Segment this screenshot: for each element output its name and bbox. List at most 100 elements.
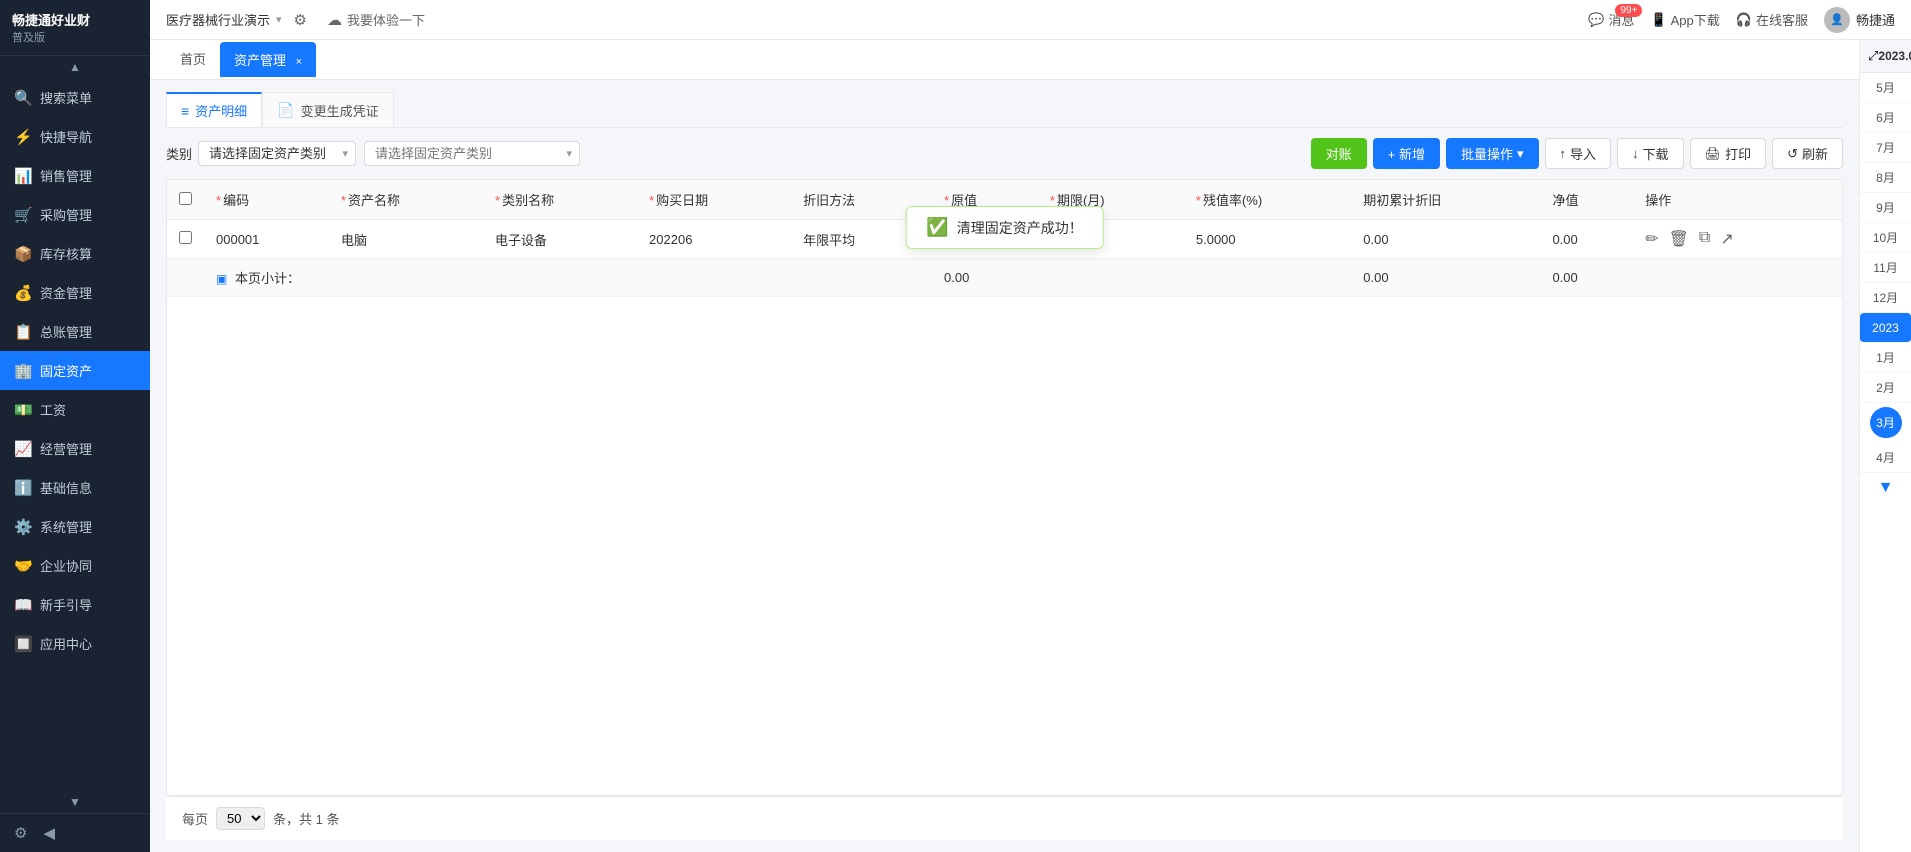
operations-icon: 📈 — [14, 440, 32, 458]
per-page-select[interactable]: 50 — [216, 807, 265, 830]
delete-icon[interactable]: 🗑 — [1669, 229, 1689, 249]
edit-icon[interactable]: ✏ — [1645, 229, 1658, 249]
sidebar: 畅捷通好业财 普及版 ▲ 🔍 搜索菜单 ⚡ 快捷导航 📊 销售管理 🛒 采购管理… — [0, 0, 150, 852]
sidebar-item-enterprise[interactable]: 🤝 企业协同 — [0, 546, 150, 585]
export-label: 导入 — [1570, 144, 1596, 163]
experience-text: 我要体验一下 — [347, 10, 425, 29]
quicknav-icon: ⚡ — [14, 128, 32, 146]
print-label: 打印 — [1725, 144, 1751, 163]
sidebar-scroll-down[interactable]: ▼ — [0, 791, 150, 813]
sidebar-item-label: 销售管理 — [40, 166, 92, 185]
sidebar-item-guide[interactable]: 📖 新手引导 — [0, 585, 150, 624]
calendar-panel: ⤢ 2023.03 ▲ ▼ 5月 6月 7月 8月 9月 10月 11月 12月… — [1859, 40, 1911, 852]
content-area: 首页 资产管理 × ≡ 资产明细 📄 变更生成凭证 — [150, 40, 1911, 852]
cal-year-2023[interactable]: 2023 — [1860, 313, 1911, 343]
tab-home-label: 首页 — [180, 52, 206, 67]
sidebar-bottom: ⚙ ◀ — [0, 813, 150, 852]
sidebar-item-quicknav[interactable]: ⚡ 快捷导航 — [0, 117, 150, 156]
batch-ops-label: 批量操作 — [1461, 144, 1513, 163]
main-area: 医疗器械行业演示 ▾ ⚙ ☁ 我要体验一下 💬 消息 99+ 📱 App下载 🎧… — [150, 0, 1911, 852]
sidebar-item-inventory[interactable]: 📦 库存核算 — [0, 234, 150, 273]
experience-btn[interactable]: ☁ 我要体验一下 — [327, 10, 425, 29]
sidebar-item-basic[interactable]: ℹ️ 基础信息 — [0, 468, 150, 507]
tab-close-icon[interactable]: × — [296, 56, 302, 68]
sidebar-item-fixed[interactable]: 🏢 固定资产 — [0, 351, 150, 390]
cal-month-9[interactable]: 9月 — [1860, 193, 1911, 223]
cal-month-12[interactable]: 12月 — [1860, 283, 1911, 313]
inventory-icon: 📦 — [14, 245, 32, 263]
message-icon: 💬 — [1588, 12, 1604, 28]
sidebar-item-system[interactable]: ⚙️ 系统管理 — [0, 507, 150, 546]
salary-icon: 💵 — [14, 401, 32, 419]
purchase-icon: 🛒 — [14, 206, 32, 224]
td-checkbox — [167, 220, 204, 259]
sidebar-item-ledger[interactable]: 📋 总账管理 — [0, 312, 150, 351]
sidebar-item-salary[interactable]: 💵 工资 — [0, 390, 150, 429]
th-category: *类别名称 — [483, 180, 637, 220]
cal-month-8[interactable]: 8月 — [1860, 163, 1911, 193]
sidebar-item-label: 系统管理 — [40, 517, 92, 536]
cal-month-7[interactable]: 7月 — [1860, 133, 1911, 163]
company-name: 医疗器械行业演示 — [166, 10, 270, 29]
reconcile-button[interactable]: 对账 — [1311, 138, 1367, 169]
sub-tab-asset-detail[interactable]: ≡ 资产明细 — [166, 92, 262, 127]
refresh-button[interactable]: ↺ 刷新 — [1772, 138, 1843, 169]
td-purchase-date: 202206 — [637, 220, 791, 259]
export-button[interactable]: ↑ 导入 — [1545, 138, 1612, 169]
cal-month-2[interactable]: 2月 — [1860, 373, 1911, 403]
category-filter: 类别 请选择固定资产类别 — [166, 141, 356, 166]
collapse-icon[interactable]: ◀ — [43, 824, 55, 842]
tab-asset-mgmt[interactable]: 资产管理 × — [220, 42, 316, 77]
refresh-label: 刷新 — [1802, 144, 1828, 163]
cal-month-4[interactable]: 4月 — [1860, 443, 1911, 473]
online-service-btn[interactable]: 🎧 在线客服 — [1736, 10, 1808, 29]
app-download-btn[interactable]: 📱 App下载 — [1650, 10, 1719, 29]
user-menu[interactable]: 👤 畅捷通 — [1824, 7, 1895, 33]
settings-icon[interactable]: ⚙ — [14, 824, 27, 842]
td-initial-dep: 0.00 — [1351, 220, 1540, 259]
download-button[interactable]: ↓ 下载 — [1617, 138, 1684, 169]
sidebar-scroll-up[interactable]: ▲ — [0, 56, 150, 78]
message-btn[interactable]: 💬 消息 99+ — [1588, 10, 1634, 29]
sidebar-item-operations[interactable]: 📈 经营管理 — [0, 429, 150, 468]
category-select-wrapper: 请选择固定资产类别 — [198, 141, 356, 166]
sidebar-item-search[interactable]: 🔍 搜索菜单 — [0, 78, 150, 117]
topbar: 医疗器械行业演示 ▾ ⚙ ☁ 我要体验一下 💬 消息 99+ 📱 App下载 🎧… — [150, 0, 1911, 40]
new-button[interactable]: + 新增 — [1373, 138, 1440, 169]
cal-month-11[interactable]: 11月 — [1860, 253, 1911, 283]
cal-month-6[interactable]: 6月 — [1860, 103, 1911, 133]
fixed-icon: 🏢 — [14, 362, 32, 380]
tab-home[interactable]: 首页 — [166, 41, 220, 78]
sub-tab-change-voucher[interactable]: 📄 变更生成凭证 — [262, 92, 393, 127]
sidebar-item-sales[interactable]: 📊 销售管理 — [0, 156, 150, 195]
cal-month-1[interactable]: 1月 — [1860, 343, 1911, 373]
service-icon: 🎧 — [1736, 12, 1752, 28]
sidebar-item-apps[interactable]: 🔲 应用中心 — [0, 624, 150, 663]
batch-ops-button[interactable]: 批量操作 ▾ — [1446, 138, 1539, 169]
sidebar-item-purchase[interactable]: 🛒 采购管理 — [0, 195, 150, 234]
cal-month-5[interactable]: 5月 — [1860, 73, 1911, 103]
category-select[interactable]: 请选择固定资产类别 — [198, 141, 356, 166]
cal-bottom-down-icon[interactable]: ▼ — [1878, 479, 1894, 496]
th-purchase-date: *购买日期 — [637, 180, 791, 220]
success-toast: ✅ 清理固定资产成功！ — [905, 206, 1103, 249]
subtotal-row: ▣ 本页小计： 0.00 0.00 0.00 — [167, 259, 1842, 297]
settings-gear-icon[interactable]: ⚙ — [294, 11, 307, 29]
print-button[interactable]: 🖨 打印 — [1690, 138, 1767, 169]
sidebar-item-label: 固定资产 — [40, 361, 92, 380]
sidebar-logo: 畅捷通好业财 普及版 — [0, 0, 150, 56]
cal-bottom-arrow[interactable]: ▼ — [1860, 473, 1911, 503]
cal-month-10[interactable]: 10月 — [1860, 223, 1911, 253]
table-container: *编码 *资产名称 *类别名称 *购买日期 折旧方法 *原值 *期限(月) *残… — [166, 179, 1843, 796]
sidebar-item-funds[interactable]: 💰 资金管理 — [0, 273, 150, 312]
row-checkbox[interactable] — [179, 231, 192, 244]
message-badge: 99+ — [1615, 4, 1642, 17]
cal-expand-icon[interactable]: ⤢ — [1868, 48, 1878, 64]
select-all-checkbox[interactable] — [179, 192, 192, 205]
more-icon[interactable]: ↗ — [1720, 229, 1733, 249]
th-checkbox — [167, 180, 204, 220]
asset-category-input[interactable] — [364, 141, 580, 166]
cal-month-3-current[interactable]: 3月 — [1870, 407, 1902, 439]
copy-icon[interactable]: ⧉ — [1699, 229, 1710, 249]
company-selector[interactable]: 医疗器械行业演示 ▾ — [166, 10, 282, 29]
